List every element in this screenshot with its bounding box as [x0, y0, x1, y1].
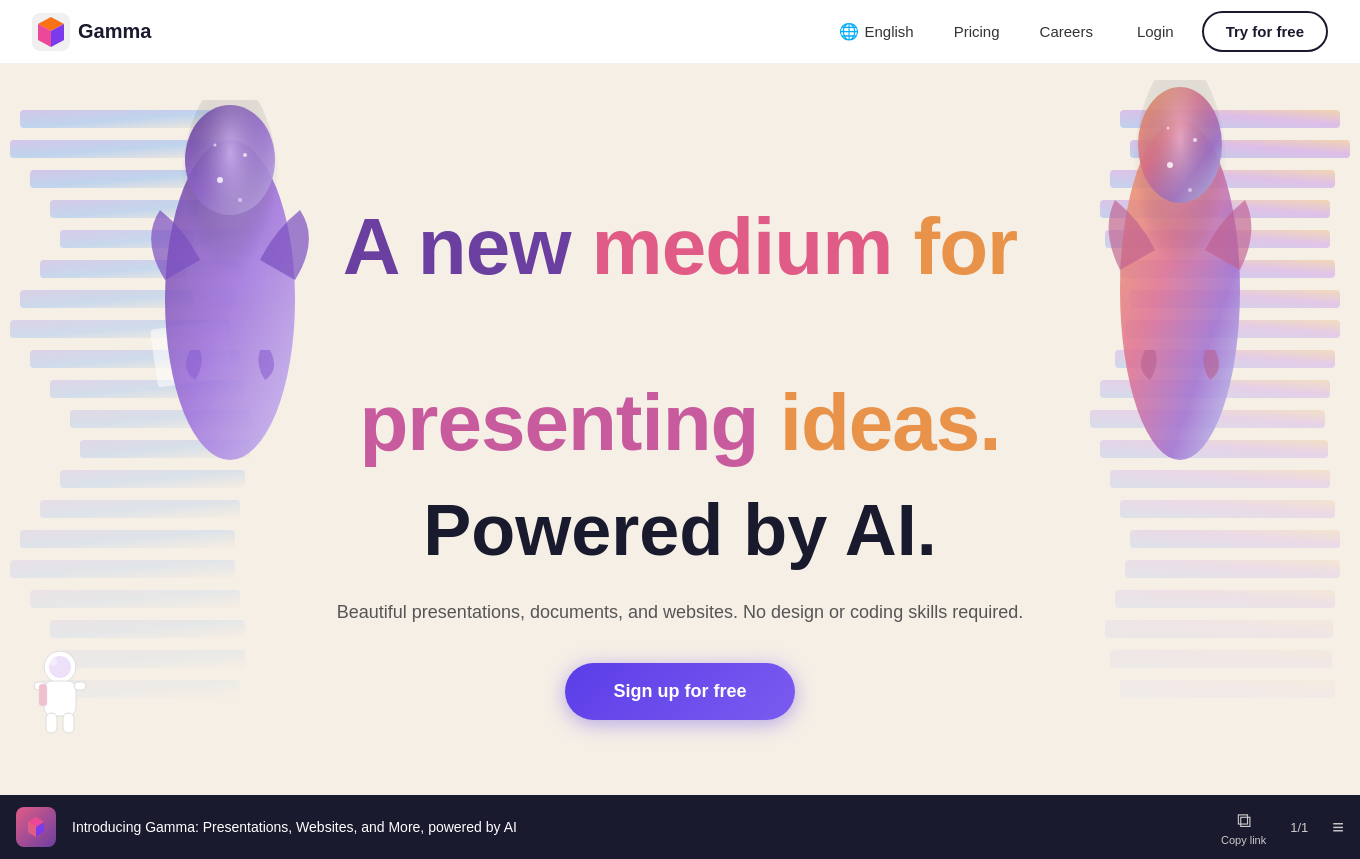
navbar-right: 🌐 English Pricing Careers Login Try for …	[823, 11, 1329, 52]
careers-link[interactable]: Careers	[1024, 15, 1109, 48]
svg-point-57	[1193, 138, 1197, 142]
bottom-bar-logo	[16, 807, 56, 847]
pricing-label: Pricing	[954, 23, 1000, 40]
try-free-label: Try for free	[1226, 23, 1304, 40]
bottom-bar-title: Introducing Gamma: Presentations, Websit…	[72, 819, 1205, 835]
login-button[interactable]: Login	[1117, 15, 1194, 48]
svg-rect-20	[50, 620, 245, 638]
svg-rect-50	[1105, 620, 1333, 638]
svg-rect-66	[63, 713, 74, 733]
careers-label: Careers	[1040, 23, 1093, 40]
svg-rect-16	[40, 500, 240, 518]
hero-description: Beautiful presentations, documents, and …	[337, 598, 1023, 627]
navbar: Gamma 🌐 English Pricing Careers Login Tr…	[0, 0, 1360, 64]
gamma-logo-icon	[32, 13, 70, 51]
svg-rect-62	[44, 681, 76, 716]
svg-rect-17	[20, 530, 235, 548]
svg-rect-64	[74, 682, 86, 690]
title-word-a: A	[343, 202, 418, 291]
bottom-bar: Introducing Gamma: Presentations, Websit…	[0, 795, 1360, 859]
svg-rect-47	[1130, 530, 1340, 548]
hero-section: A new medium for presenting ideas. Power…	[0, 0, 1360, 859]
svg-point-58	[1167, 127, 1170, 130]
page-indicator: 1/1	[1290, 820, 1308, 835]
logo-text: Gamma	[78, 20, 151, 43]
try-free-button[interactable]: Try for free	[1202, 11, 1328, 52]
svg-point-68	[49, 658, 57, 666]
svg-rect-52	[1120, 680, 1335, 698]
signup-button[interactable]: Sign up for free	[565, 663, 794, 720]
language-label: English	[865, 23, 914, 40]
svg-point-59	[1188, 188, 1192, 192]
svg-point-31	[214, 144, 217, 147]
svg-point-30	[243, 153, 247, 157]
hero-subtitle: Powered by AI.	[337, 491, 1023, 570]
svg-rect-49	[1115, 590, 1335, 608]
svg-rect-48	[1125, 560, 1340, 578]
svg-point-32	[238, 198, 242, 202]
language-selector[interactable]: 🌐 English	[823, 14, 930, 49]
creature-left	[140, 100, 320, 500]
signup-label: Sign up for free	[613, 681, 746, 701]
login-label: Login	[1137, 23, 1174, 40]
svg-rect-51	[1110, 650, 1332, 668]
title-word-medium: medium	[592, 202, 914, 291]
svg-rect-65	[46, 713, 57, 733]
title-word-for: for	[914, 202, 1018, 291]
copy-link-button[interactable]: ⧉ Copy link	[1221, 809, 1266, 846]
title-word-new: new	[418, 202, 592, 291]
svg-rect-46	[1120, 500, 1335, 518]
astronaut-figure	[30, 649, 90, 739]
title-word-presenting: presenting	[360, 378, 780, 467]
creature-right	[1100, 80, 1260, 500]
hero-content: A new medium for presenting ideas. Power…	[317, 203, 1043, 720]
menu-icon: ≡	[1332, 816, 1344, 839]
pricing-link[interactable]: Pricing	[938, 15, 1016, 48]
svg-rect-19	[30, 590, 240, 608]
copy-icon: ⧉	[1237, 809, 1251, 832]
svg-point-29	[217, 177, 223, 183]
svg-rect-67	[39, 684, 47, 706]
copy-link-label: Copy link	[1221, 834, 1266, 846]
menu-button[interactable]: ≡	[1332, 816, 1344, 839]
hero-title: A new medium for presenting ideas.	[337, 203, 1023, 467]
bottom-bar-actions: ⧉ Copy link 1/1 ≡	[1221, 809, 1344, 846]
globe-icon: 🌐	[839, 22, 859, 41]
logo[interactable]: Gamma	[32, 13, 151, 51]
title-word-ideas: ideas.	[780, 378, 1001, 467]
svg-point-56	[1167, 162, 1173, 168]
svg-rect-18	[10, 560, 235, 578]
